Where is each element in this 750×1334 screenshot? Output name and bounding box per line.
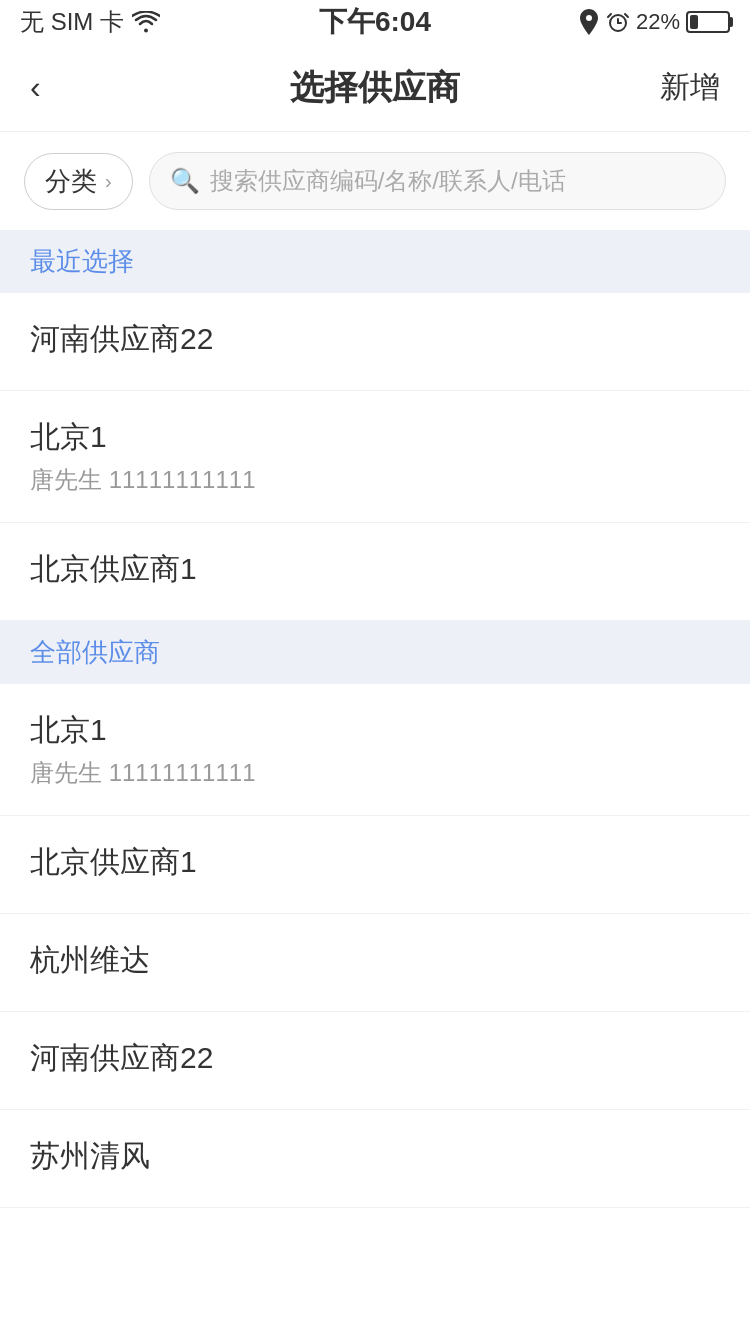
all-item-name: 北京供应商1 (30, 842, 720, 883)
nav-bar: ‹ 选择供应商 新增 (0, 44, 750, 132)
recent-item-name: 北京1 (30, 417, 720, 458)
recent-list-item[interactable]: 北京供应商1 (0, 523, 750, 621)
search-placeholder: 搜索供应商编码/名称/联系人/电话 (210, 165, 566, 197)
recent-list-item[interactable]: 河南供应商22 (0, 293, 750, 391)
add-button[interactable]: 新增 (660, 67, 720, 108)
recent-items-list: 河南供应商22 北京1 唐先生 11111111111 北京供应商1 (0, 293, 750, 621)
all-item-name: 河南供应商22 (30, 1038, 720, 1079)
recent-section-header: 最近选择 (0, 230, 750, 293)
all-list-item[interactable]: 苏州清风 (0, 1110, 750, 1208)
battery-icon (686, 11, 730, 33)
wifi-icon (132, 11, 160, 33)
svg-line-3 (608, 14, 611, 17)
all-list-item[interactable]: 北京1 唐先生 11111111111 (0, 684, 750, 816)
all-item-name: 苏州清风 (30, 1136, 720, 1177)
status-right: 22% (578, 9, 730, 35)
page-title: 选择供应商 (90, 65, 660, 111)
category-label: 分类 (45, 164, 97, 199)
recent-item-name: 河南供应商22 (30, 319, 720, 360)
battery-percent: 22% (636, 9, 680, 35)
all-item-sub: 唐先生 11111111111 (30, 757, 720, 789)
status-bar: 无 SIM 卡 下午6:04 22% (0, 0, 750, 44)
search-bar: 分类 › 🔍 搜索供应商编码/名称/联系人/电话 (0, 132, 750, 230)
all-list-item[interactable]: 北京供应商1 (0, 816, 750, 914)
recent-item-sub: 唐先生 11111111111 (30, 464, 720, 496)
status-left: 无 SIM 卡 (20, 6, 160, 38)
all-item-name: 杭州维达 (30, 940, 720, 981)
location-icon (578, 9, 600, 35)
category-button[interactable]: 分类 › (24, 153, 133, 210)
carrier-text: 无 SIM 卡 (20, 6, 124, 38)
search-icon: 🔍 (170, 167, 200, 195)
svg-line-4 (625, 14, 628, 17)
all-section-header: 全部供应商 (0, 621, 750, 684)
status-time: 下午6:04 (319, 3, 431, 41)
all-items-list: 北京1 唐先生 11111111111 北京供应商1 杭州维达河南供应商22 苏州清风 (0, 684, 750, 1208)
all-list-item[interactable]: 杭州维达 (0, 914, 750, 1012)
recent-item-name: 北京供应商1 (30, 549, 720, 590)
recent-list-item[interactable]: 北京1 唐先生 11111111111 (0, 391, 750, 523)
back-button[interactable]: ‹ (30, 69, 90, 106)
all-item-name: 北京1 (30, 710, 720, 751)
all-list-item[interactable]: 河南供应商22 (0, 1012, 750, 1110)
search-input-wrapper[interactable]: 🔍 搜索供应商编码/名称/联系人/电话 (149, 152, 726, 210)
alarm-icon (606, 10, 630, 34)
chevron-right-icon: › (105, 170, 112, 193)
